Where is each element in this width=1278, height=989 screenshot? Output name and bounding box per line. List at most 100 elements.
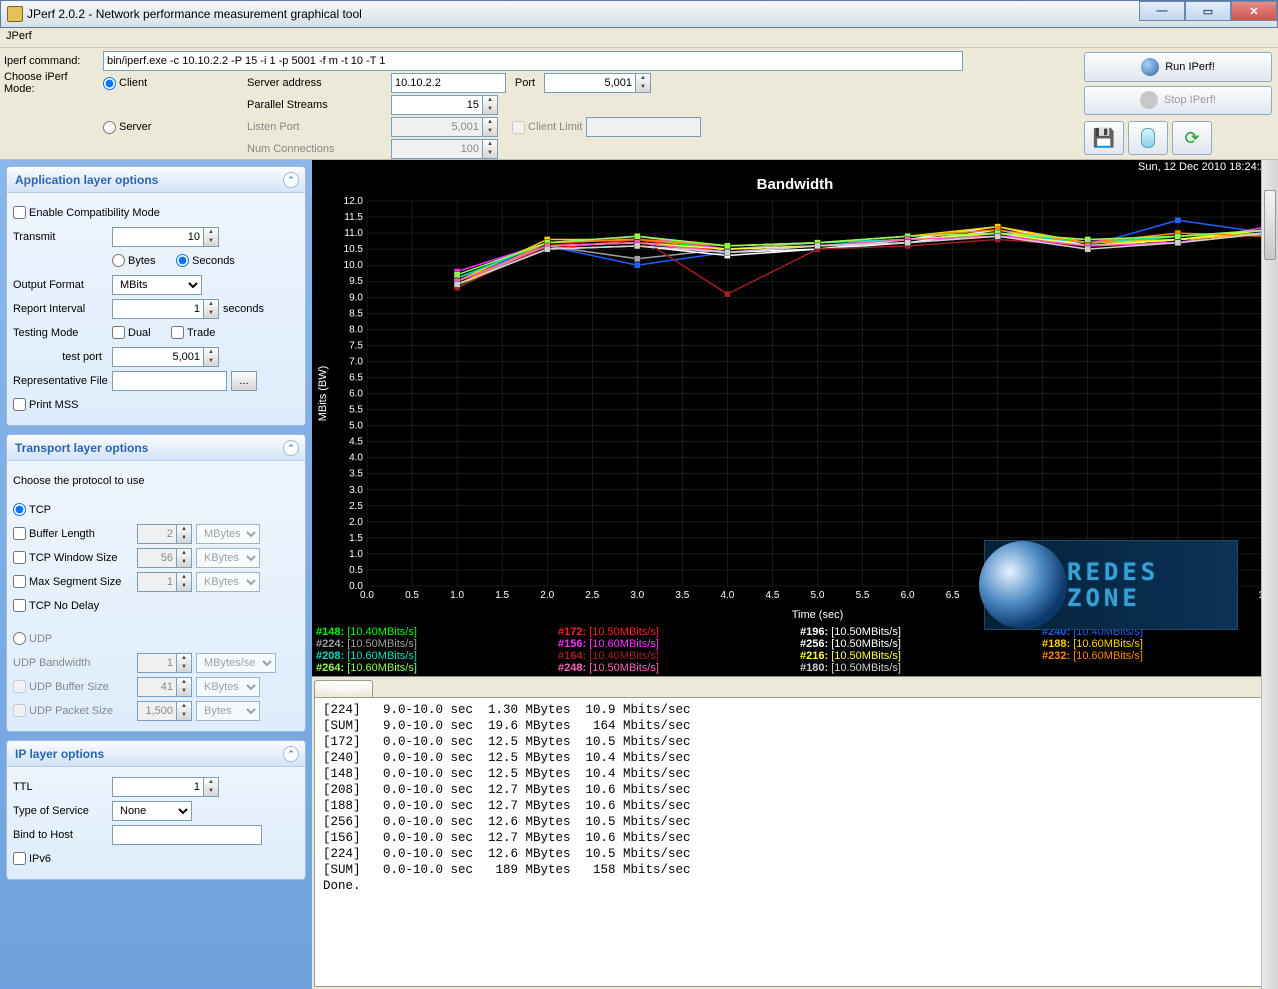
svg-text:6.5: 6.5 bbox=[946, 590, 960, 601]
svg-text:1.0: 1.0 bbox=[450, 590, 464, 601]
transmit-seconds-radio[interactable]: Seconds bbox=[176, 254, 235, 267]
svg-text:11.0: 11.0 bbox=[344, 228, 363, 239]
tcp-window-size-checkbox[interactable]: TCP Window Size bbox=[13, 551, 133, 564]
parallel-spinner[interactable]: ▲▼ bbox=[483, 95, 498, 115]
print-mss-checkbox[interactable]: Print MSS bbox=[13, 398, 79, 411]
legend-entry: #180: [10.50MBits/s] bbox=[800, 662, 1032, 674]
mode-server-radio[interactable]: Server bbox=[103, 121, 243, 134]
port-input[interactable] bbox=[544, 73, 636, 93]
trade-checkbox[interactable]: Trade bbox=[171, 326, 215, 339]
mode-client-radio[interactable]: Client bbox=[103, 77, 243, 90]
tcp-window-size-unit: KBytes bbox=[196, 548, 260, 568]
maximize-button[interactable]: ▭ bbox=[1185, 1, 1231, 21]
udpbw-spinner: ▲▼ bbox=[177, 653, 192, 673]
svg-text:7.0: 7.0 bbox=[349, 356, 363, 367]
ttl-spinner[interactable]: ▲▼ bbox=[204, 777, 219, 797]
max-segment-size-unit: KBytes bbox=[196, 572, 260, 592]
svg-text:2.0: 2.0 bbox=[349, 517, 363, 528]
ipv6-checkbox[interactable]: IPv6 bbox=[13, 852, 51, 865]
report-interval-unit: seconds bbox=[223, 303, 264, 315]
rep-file-browse-button[interactable]: ... bbox=[231, 371, 257, 391]
transmit-bytes-radio[interactable]: Bytes bbox=[112, 254, 172, 267]
port-spinner[interactable]: ▲▼ bbox=[636, 73, 651, 93]
svg-text:4.5: 4.5 bbox=[765, 590, 779, 601]
output-format-select[interactable]: MBits bbox=[112, 275, 202, 295]
tcp-no-delay-checkbox[interactable]: TCP No Delay bbox=[13, 599, 99, 612]
legend-entry: #216: [10.50MBits/s] bbox=[800, 650, 1032, 662]
minimize-button[interactable]: — bbox=[1139, 1, 1185, 21]
report-interval-input[interactable] bbox=[112, 299, 204, 319]
app-icon bbox=[7, 6, 23, 22]
iperf-command-label: Iperf command: bbox=[4, 55, 99, 67]
content-panel: Sun, 12 Dec 2010 18:24:21 Bandwidth 0.00… bbox=[312, 160, 1278, 989]
rep-file-input[interactable] bbox=[112, 371, 227, 391]
bind-host-label: Bind to Host bbox=[13, 829, 108, 841]
clipboard-icon-button[interactable] bbox=[1128, 121, 1168, 155]
ttl-label: TTL bbox=[13, 781, 108, 793]
tcp-window-size-input bbox=[137, 548, 177, 568]
timestamp-label: Sun, 12 Dec 2010 18:24:21 bbox=[312, 160, 1278, 176]
chart-title: Bandwidth bbox=[312, 176, 1278, 196]
transmit-spinner[interactable]: ▲▼ bbox=[204, 227, 219, 247]
parallel-streams-input[interactable] bbox=[391, 95, 483, 115]
testport-spinner[interactable]: ▲▼ bbox=[204, 347, 219, 367]
repint-spinner[interactable]: ▲▼ bbox=[204, 299, 219, 319]
server-address-input[interactable] bbox=[391, 73, 506, 93]
collapse-icon[interactable]: ⌃ bbox=[283, 746, 299, 762]
test-port-input[interactable] bbox=[112, 347, 204, 367]
tos-label: Type of Service bbox=[13, 805, 108, 817]
transport-layer-options-group: Transport layer options ⌃ Choose the pro… bbox=[6, 434, 306, 732]
svg-text:5.5: 5.5 bbox=[349, 405, 363, 416]
udp-buffer-size-input bbox=[137, 677, 177, 697]
refresh-icon: ⟳ bbox=[1184, 128, 1199, 149]
clipboard-icon bbox=[1141, 128, 1155, 148]
bind-host-input[interactable] bbox=[112, 825, 262, 845]
report-interval-label: Report Interval bbox=[13, 303, 108, 315]
output-tab[interactable]: Output bbox=[314, 680, 373, 697]
udp-packet-size-unit: Bytes bbox=[196, 701, 260, 721]
udpbuf-spinner: ▲▼ bbox=[177, 677, 192, 697]
ttl-input[interactable] bbox=[112, 777, 204, 797]
save-icon-button[interactable]: 💾 bbox=[1084, 121, 1124, 155]
transmit-input[interactable] bbox=[112, 227, 204, 247]
svg-text:10.5: 10.5 bbox=[344, 244, 364, 255]
menu-jperf[interactable]: JPerf bbox=[6, 30, 32, 42]
collapse-icon[interactable]: ⌃ bbox=[283, 172, 299, 188]
svg-text:9.5: 9.5 bbox=[349, 276, 363, 287]
tcp-radio[interactable]: TCP bbox=[13, 503, 51, 516]
udp-bandwidth-unit: MBytes/sec bbox=[196, 653, 276, 673]
scrollbar[interactable] bbox=[1261, 697, 1276, 987]
dual-checkbox[interactable]: Dual bbox=[112, 326, 167, 339]
server-address-label: Server address bbox=[247, 77, 387, 89]
svg-text:4.0: 4.0 bbox=[349, 453, 363, 464]
refresh-icon-button[interactable]: ⟳ bbox=[1172, 121, 1212, 155]
buffer-length-checkbox[interactable]: Buffer Length bbox=[13, 527, 133, 540]
max-segment-size-checkbox[interactable]: Max Segment Size bbox=[13, 575, 133, 588]
iperf-command-input[interactable] bbox=[103, 51, 963, 71]
group-header-app[interactable]: Application layer options ⌃ bbox=[7, 167, 305, 193]
output-format-label: Output Format bbox=[13, 279, 108, 291]
output-textarea[interactable]: [224] 9.0-10.0 sec 1.30 MBytes 10.9 Mbit… bbox=[314, 697, 1276, 987]
collapse-icon[interactable]: ⌃ bbox=[283, 440, 299, 456]
legend-entry: #156: [10.60MBits/s] bbox=[558, 638, 790, 650]
udp-packet-size-checkbox: UDP Packet Size bbox=[13, 704, 133, 717]
window-title: JPerf 2.0.2 - Network performance measur… bbox=[27, 7, 362, 21]
svg-text:6.0: 6.0 bbox=[349, 389, 363, 400]
compat-mode-checkbox[interactable]: Enable Compatibility Mode bbox=[13, 206, 160, 219]
top-config-panel: Iperf command: Choose iPerf Mode: Client… bbox=[0, 48, 1278, 160]
run-iperf-button[interactable]: Run IPerf! bbox=[1084, 52, 1272, 82]
udp-radio[interactable]: UDP bbox=[13, 632, 52, 645]
group-header-transport[interactable]: Transport layer options ⌃ bbox=[7, 435, 305, 461]
udp-bandwidth-input bbox=[137, 653, 177, 673]
listen-port-spinner: ▲▼ bbox=[483, 117, 498, 137]
buffer-length-input bbox=[137, 524, 177, 544]
chart-legend: #148: [10.40MBits/s]#172: [10.50MBits/s]… bbox=[312, 624, 1278, 676]
stop-iperf-button: Stop IPerf! bbox=[1084, 86, 1272, 116]
legend-entry: #256: [10.50MBits/s] bbox=[800, 638, 1032, 650]
choose-mode-label: Choose iPerf Mode: bbox=[4, 71, 99, 95]
close-button[interactable]: ✕ bbox=[1231, 1, 1277, 21]
tos-select[interactable]: None bbox=[112, 801, 192, 821]
rep-file-label: Representative File bbox=[13, 375, 108, 387]
group-header-ip[interactable]: IP layer options ⌃ bbox=[7, 741, 305, 767]
menu-bar: JPerf bbox=[0, 28, 1278, 48]
